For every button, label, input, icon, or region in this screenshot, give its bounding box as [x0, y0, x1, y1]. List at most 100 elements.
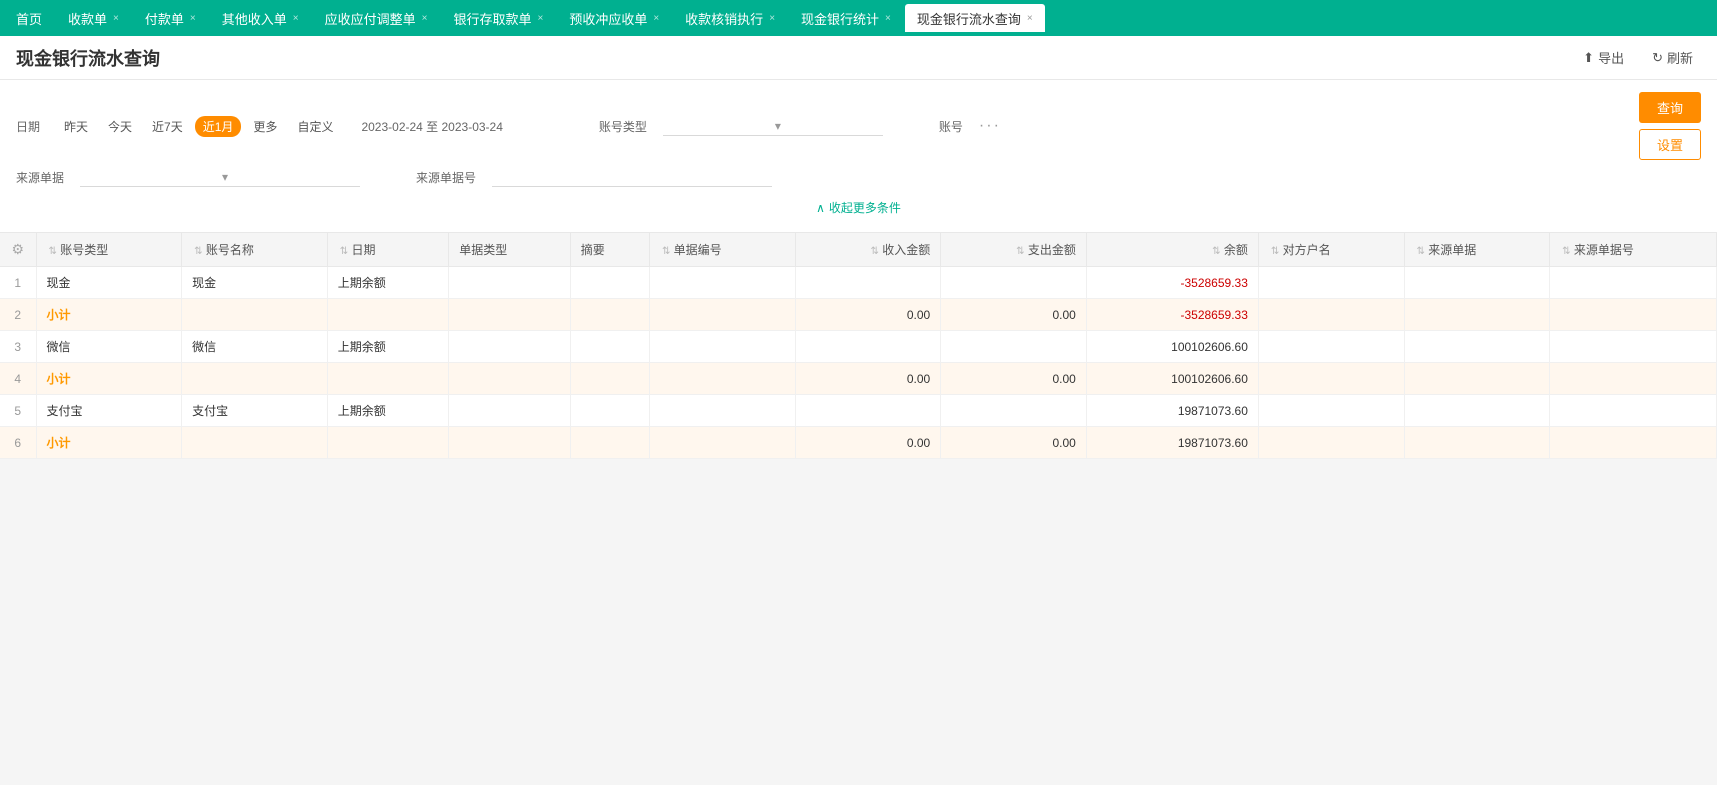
- refresh-button[interactable]: ↻ 刷新: [1644, 44, 1701, 71]
- table-container: ⚙ ⇅ 账号类型 ⇅ 账号名称 ⇅ 日期 单据类型 摘要: [0, 233, 1717, 459]
- export-button[interactable]: ⬆ 导出: [1575, 44, 1632, 71]
- cell-summary: [570, 331, 649, 363]
- close-icon[interactable]: ×: [422, 13, 428, 24]
- date-btn-today[interactable]: 今天: [100, 116, 140, 137]
- col-summary: 摘要: [570, 233, 649, 267]
- cell-doc-no: [649, 267, 795, 299]
- cell-summary: [570, 363, 649, 395]
- cell-account-type: 小计: [36, 427, 182, 459]
- cell-account-type: 现金: [36, 267, 182, 299]
- cell-account-type: 小计: [36, 299, 182, 331]
- settings-button[interactable]: 设置: [1639, 129, 1701, 160]
- nav-item-prepay[interactable]: 预收冲应收单 ×: [557, 4, 671, 32]
- table-row: 4 小计 0.00 0.00 100102606.60: [0, 363, 1717, 395]
- cell-expense: [941, 267, 1087, 299]
- close-icon[interactable]: ×: [653, 13, 659, 24]
- cell-doc-type: [449, 395, 570, 427]
- sort-icon[interactable]: ⇅: [662, 246, 670, 257]
- cell-date: 上期余额: [327, 267, 448, 299]
- nav-item-cash-stats[interactable]: 现金银行统计 ×: [789, 4, 903, 32]
- collapse-bar[interactable]: ∧ 收起更多条件: [16, 195, 1701, 220]
- cell-income: 0.00: [795, 363, 941, 395]
- close-icon[interactable]: ×: [190, 13, 196, 24]
- col-account-name: ⇅ 账号名称: [182, 233, 328, 267]
- cell-balance: -3528659.33: [1086, 267, 1258, 299]
- row-index: 2: [0, 299, 36, 331]
- cell-income: [795, 331, 941, 363]
- close-icon[interactable]: ×: [293, 13, 299, 24]
- cell-doc-type: [449, 427, 570, 459]
- filter-area: 日期 昨天 今天 近7天 近1月 更多 自定义 2023-02-24 至 202…: [0, 80, 1717, 233]
- nav-item-cash-flow[interactable]: 现金银行流水查询 ×: [905, 4, 1045, 32]
- date-options: 昨天 今天 近7天 近1月 更多 自定义: [56, 116, 341, 137]
- cell-account-name: [182, 363, 328, 395]
- table-row: 1 现金 现金 上期余额 -3528659.33: [0, 267, 1717, 299]
- cell-account-type: 微信: [36, 331, 182, 363]
- row-index: 3: [0, 331, 36, 363]
- cell-account-type: 支付宝: [36, 395, 182, 427]
- account-type-select[interactable]: ▾: [663, 117, 883, 136]
- date-btn-yesterday[interactable]: 昨天: [56, 116, 96, 137]
- cell-source-doc: [1404, 427, 1550, 459]
- sort-icon[interactable]: ⇅: [1212, 246, 1220, 257]
- cell-source-doc: [1404, 299, 1550, 331]
- date-btn-custom[interactable]: 自定义: [289, 116, 341, 137]
- nav-item-bank-deposit[interactable]: 银行存取款单 ×: [441, 4, 555, 32]
- table-row: 3 微信 微信 上期余额 100102606.60: [0, 331, 1717, 363]
- close-icon[interactable]: ×: [113, 13, 119, 24]
- nav-item-home[interactable]: 首页: [4, 4, 54, 32]
- date-btn-1month[interactable]: 近1月: [195, 116, 242, 137]
- sort-icon[interactable]: ⇅: [340, 246, 348, 257]
- account-more-button[interactable]: ···: [979, 117, 1001, 135]
- source-doc-no-input[interactable]: [492, 168, 772, 187]
- close-icon[interactable]: ×: [537, 13, 543, 24]
- table-header: ⚙ ⇅ 账号类型 ⇅ 账号名称 ⇅ 日期 单据类型 摘要: [0, 233, 1717, 267]
- cell-income: 0.00: [795, 427, 941, 459]
- col-counterpart: ⇅ 对方户名: [1258, 233, 1404, 267]
- data-table: ⚙ ⇅ 账号类型 ⇅ 账号名称 ⇅ 日期 单据类型 摘要: [0, 233, 1717, 459]
- nav-item-receipt[interactable]: 收款单 ×: [56, 4, 131, 32]
- cell-doc-no: [649, 395, 795, 427]
- sort-icon[interactable]: ⇅: [194, 246, 202, 257]
- close-icon[interactable]: ×: [769, 13, 775, 24]
- cell-account-name: [182, 427, 328, 459]
- cell-income: [795, 395, 941, 427]
- cell-balance: -3528659.33: [1086, 299, 1258, 331]
- source-doc-label: 来源单据: [16, 169, 64, 186]
- header-actions: ⬆ 导出 ↻ 刷新: [1575, 44, 1701, 71]
- sort-icon[interactable]: ⇅: [1271, 246, 1279, 257]
- account-type-label: 账号类型: [599, 118, 647, 135]
- query-button[interactable]: 查询: [1639, 92, 1701, 123]
- nav-item-other-income[interactable]: 其他收入单 ×: [210, 4, 311, 32]
- nav-item-adjustment[interactable]: 应收应付调整单 ×: [313, 4, 440, 32]
- col-settings[interactable]: ⚙: [0, 233, 36, 267]
- source-doc-select[interactable]: ▾: [80, 168, 360, 187]
- sort-icon[interactable]: ⇅: [49, 246, 57, 257]
- row-index: 5: [0, 395, 36, 427]
- date-btn-more[interactable]: 更多: [245, 116, 285, 137]
- nav-item-write-off[interactable]: 收款核销执行 ×: [673, 4, 787, 32]
- row-index: 6: [0, 427, 36, 459]
- nav-item-payment[interactable]: 付款单 ×: [133, 4, 208, 32]
- cell-counterpart: [1258, 363, 1404, 395]
- cell-doc-type: [449, 299, 570, 331]
- sort-icon[interactable]: ⇅: [1016, 246, 1024, 257]
- export-icon: ⬆: [1583, 50, 1594, 66]
- cell-doc-type: [449, 331, 570, 363]
- page-header: 现金银行流水查询 ⬆ 导出 ↻ 刷新: [0, 36, 1717, 80]
- row-index: 1: [0, 267, 36, 299]
- sort-icon[interactable]: ⇅: [1417, 246, 1425, 257]
- chevron-down-icon: ▾: [775, 119, 879, 133]
- table-row: 6 小计 0.00 0.00 19871073.60: [0, 427, 1717, 459]
- date-btn-7days[interactable]: 近7天: [144, 116, 191, 137]
- close-icon[interactable]: ×: [885, 13, 891, 24]
- sort-icon[interactable]: ⇅: [870, 246, 878, 257]
- cell-income: [795, 267, 941, 299]
- gear-icon[interactable]: ⚙: [11, 241, 24, 257]
- sort-icon[interactable]: ⇅: [1562, 246, 1570, 257]
- account-label: 账号: [939, 118, 963, 135]
- action-buttons: 查询 设置: [1639, 92, 1701, 160]
- cell-balance: 100102606.60: [1086, 331, 1258, 363]
- col-account-type: ⇅ 账号类型: [36, 233, 182, 267]
- close-icon[interactable]: ×: [1027, 13, 1033, 24]
